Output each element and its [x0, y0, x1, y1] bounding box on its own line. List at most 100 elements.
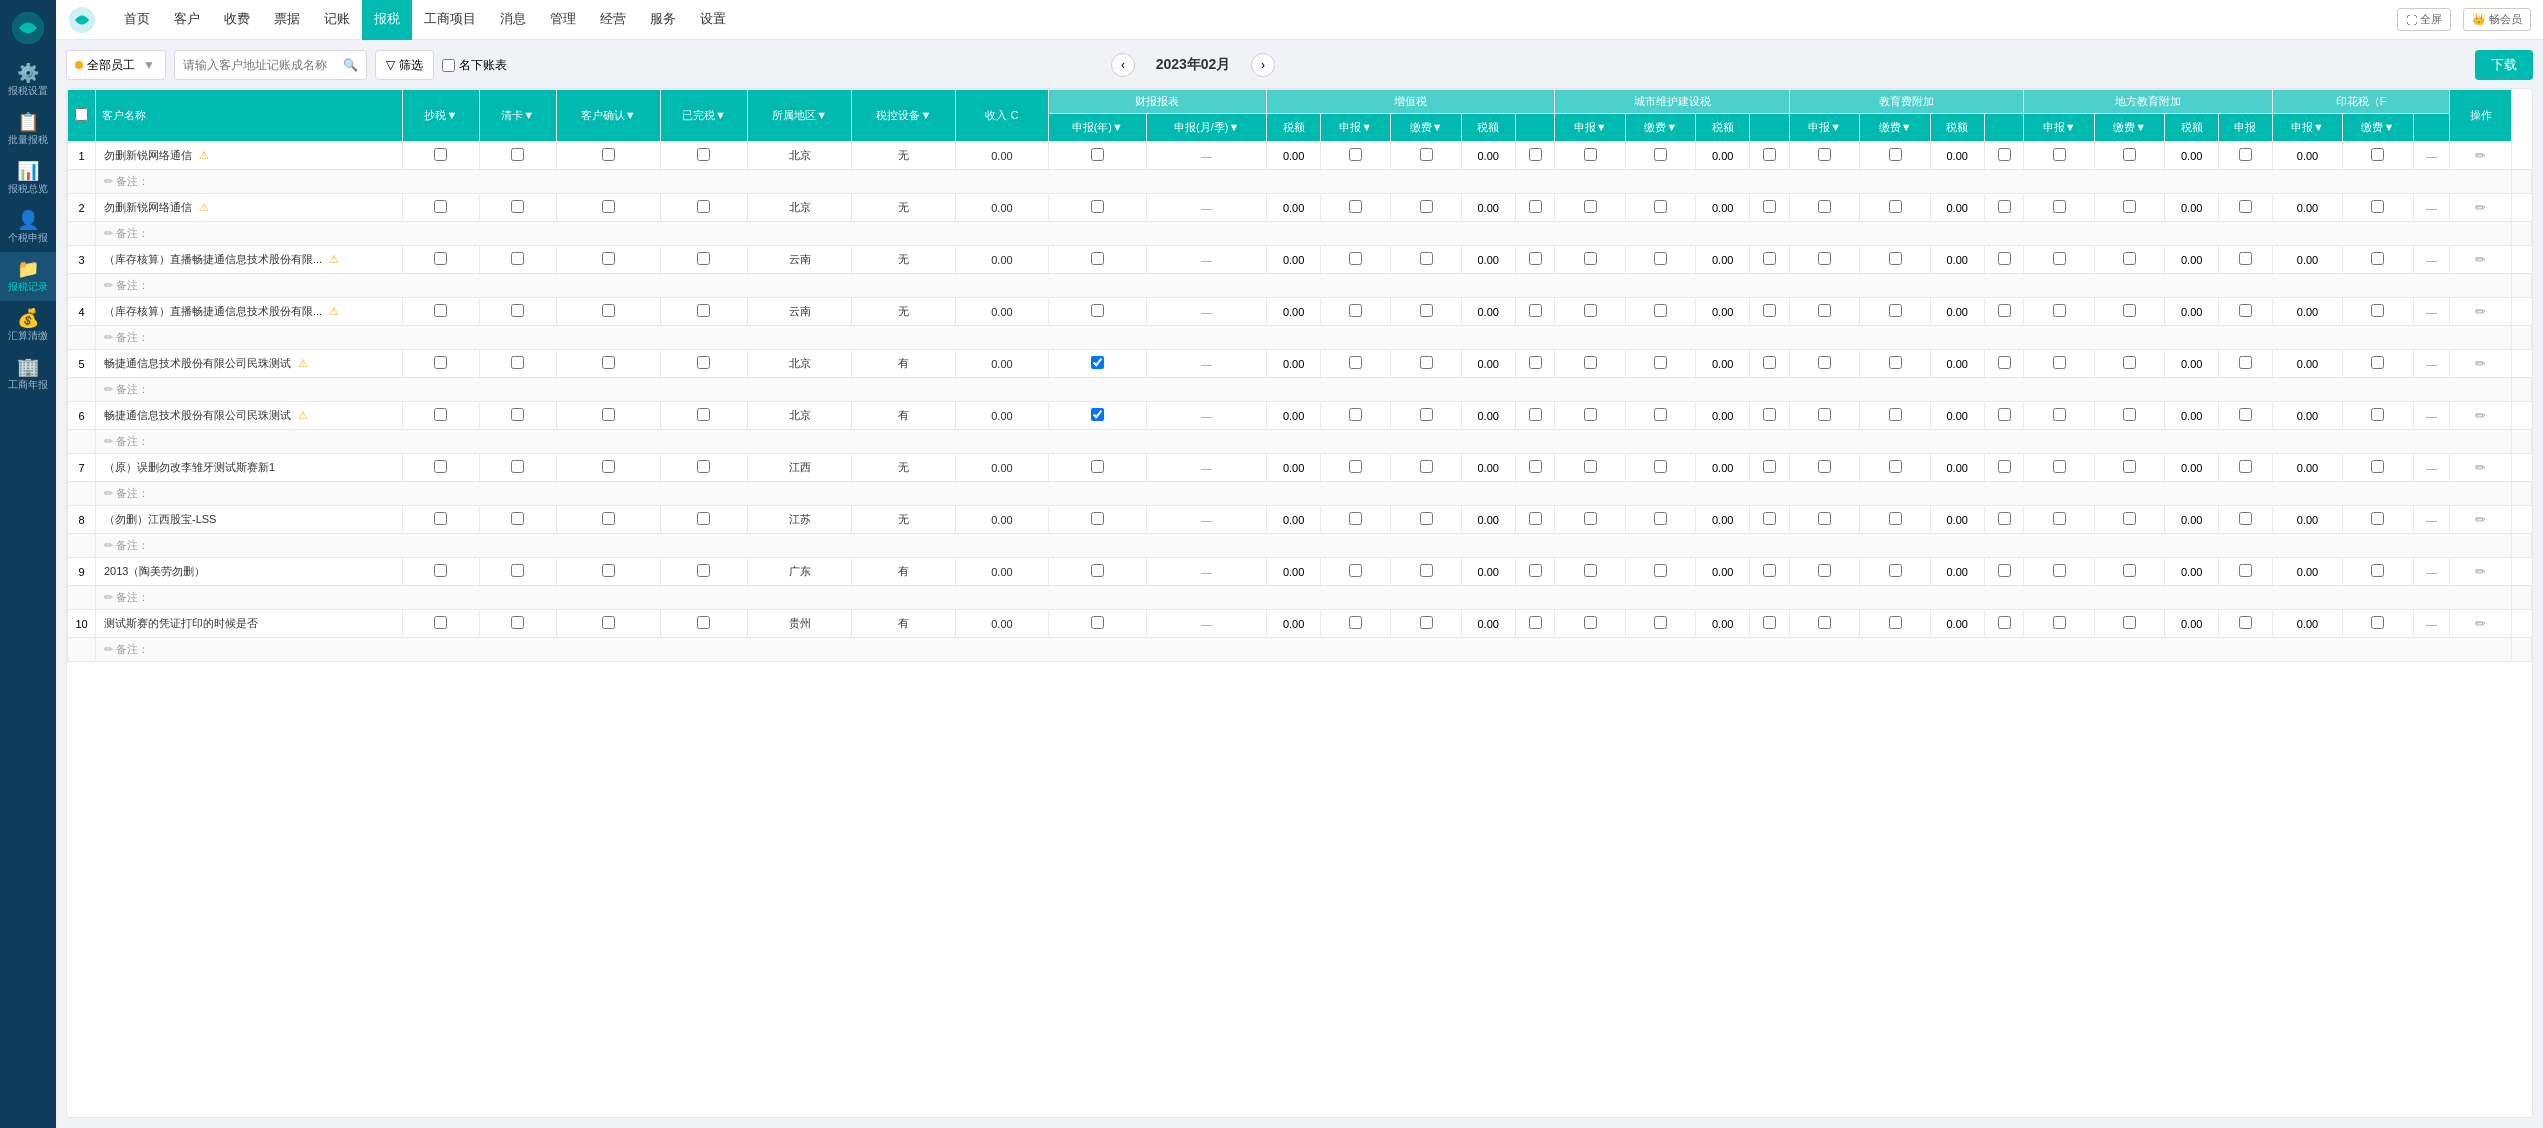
- difang-shenbao-checkbox[interactable]: [2053, 616, 2066, 629]
- prev-date-button[interactable]: ‹: [1111, 53, 1135, 77]
- jiaoyu-shenbao-checkbox[interactable]: [1818, 460, 1831, 473]
- chengshi-ext-checkbox[interactable]: [1763, 408, 1776, 421]
- member-button[interactable]: 👑 畅会员: [2463, 8, 2531, 31]
- zenghui-shenbao-checkbox[interactable]: [1349, 252, 1362, 265]
- chaoshui-checkbox[interactable]: [434, 148, 447, 161]
- nav-item-settings[interactable]: 设置: [688, 0, 738, 40]
- confirm-checkbox[interactable]: [602, 200, 615, 213]
- zenghui-shenbao-checkbox[interactable]: [1349, 460, 1362, 473]
- nav-item-message[interactable]: 消息: [488, 0, 538, 40]
- zenghui-jiaofei-checkbox[interactable]: [1420, 304, 1433, 317]
- difang-shenbao-checkbox[interactable]: [2053, 356, 2066, 369]
- complete-checkbox[interactable]: [697, 564, 710, 577]
- jiaoyu-ext-checkbox[interactable]: [1998, 616, 2011, 629]
- caibao-year-checkbox[interactable]: [1091, 148, 1104, 161]
- zenghui-jiaofei-checkbox[interactable]: [1420, 564, 1433, 577]
- difang-shenbao-checkbox[interactable]: [2053, 408, 2066, 421]
- zenghui-jiaofei-checkbox[interactable]: [1420, 460, 1433, 473]
- zenghui-shenbao-checkbox[interactable]: [1349, 200, 1362, 213]
- difang-ext-checkbox[interactable]: [2239, 408, 2252, 421]
- qingka-checkbox[interactable]: [511, 148, 524, 161]
- yinhua-jiaofei-checkbox[interactable]: [2371, 512, 2384, 525]
- jiaoyu-ext-checkbox[interactable]: [1998, 200, 2011, 213]
- zenghui-ext-checkbox[interactable]: [1529, 252, 1542, 265]
- chaoshui-checkbox[interactable]: [434, 356, 447, 369]
- jiaoyu-shenbao-checkbox[interactable]: [1818, 252, 1831, 265]
- qingka-checkbox[interactable]: [511, 304, 524, 317]
- zenghui-shenbao-checkbox[interactable]: [1349, 564, 1362, 577]
- edit-icon[interactable]: ✏: [2475, 512, 2486, 527]
- chengshi-jiaofei-checkbox[interactable]: [1654, 616, 1667, 629]
- caibao-year-checkbox[interactable]: [1091, 460, 1104, 473]
- complete-checkbox[interactable]: [697, 408, 710, 421]
- filter-button[interactable]: ▽ 筛选: [375, 50, 434, 80]
- zenghui-ext-checkbox[interactable]: [1529, 200, 1542, 213]
- complete-checkbox[interactable]: [697, 512, 710, 525]
- name-list-label[interactable]: 名下账表: [442, 57, 507, 74]
- jiaoyu-ext-checkbox[interactable]: [1998, 304, 2011, 317]
- chengshi-jiaofei-checkbox[interactable]: [1654, 564, 1667, 577]
- chengshi-shenbao-checkbox[interactable]: [1584, 564, 1597, 577]
- caibao-year-checkbox[interactable]: [1091, 408, 1104, 421]
- chengshi-shenbao-checkbox[interactable]: [1584, 616, 1597, 629]
- chengshi-jiaofei-checkbox[interactable]: [1654, 200, 1667, 213]
- chaoshui-checkbox[interactable]: [434, 616, 447, 629]
- chengshi-ext-checkbox[interactable]: [1763, 304, 1776, 317]
- caibao-year-checkbox[interactable]: [1091, 356, 1104, 369]
- difang-jiaofei-checkbox[interactable]: [2123, 512, 2136, 525]
- qingka-checkbox[interactable]: [511, 252, 524, 265]
- yinhua-jiaofei-checkbox[interactable]: [2371, 564, 2384, 577]
- yinhua-jiaofei-checkbox[interactable]: [2371, 356, 2384, 369]
- yinhua-jiaofei-checkbox[interactable]: [2371, 252, 2384, 265]
- difang-jiaofei-checkbox[interactable]: [2123, 408, 2136, 421]
- edit-icon[interactable]: ✏: [2475, 460, 2486, 475]
- zenghui-shenbao-checkbox[interactable]: [1349, 512, 1362, 525]
- zenghui-jiaofei-checkbox[interactable]: [1420, 252, 1433, 265]
- edit-icon[interactable]: ✏: [2475, 200, 2486, 215]
- difang-ext-checkbox[interactable]: [2239, 564, 2252, 577]
- jiaoyu-ext-checkbox[interactable]: [1998, 252, 2011, 265]
- confirm-checkbox[interactable]: [602, 148, 615, 161]
- zenghui-shenbao-checkbox[interactable]: [1349, 616, 1362, 629]
- difang-ext-checkbox[interactable]: [2239, 252, 2252, 265]
- caibao-year-checkbox[interactable]: [1091, 304, 1104, 317]
- confirm-checkbox[interactable]: [602, 304, 615, 317]
- nav-item-service[interactable]: 服务: [638, 0, 688, 40]
- chengshi-ext-checkbox[interactable]: [1763, 460, 1776, 473]
- yinhua-jiaofei-checkbox[interactable]: [2371, 200, 2384, 213]
- difang-ext-checkbox[interactable]: [2239, 304, 2252, 317]
- jiaoyu-jiaofei-checkbox[interactable]: [1889, 356, 1902, 369]
- chaoshui-checkbox[interactable]: [434, 512, 447, 525]
- fullscreen-button[interactable]: ⛶ 全屏: [2397, 8, 2451, 31]
- difang-jiaofei-checkbox[interactable]: [2123, 252, 2136, 265]
- confirm-checkbox[interactable]: [602, 616, 615, 629]
- qingka-checkbox[interactable]: [511, 200, 524, 213]
- caibao-year-checkbox[interactable]: [1091, 564, 1104, 577]
- yinhua-jiaofei-checkbox[interactable]: [2371, 304, 2384, 317]
- nav-item-fee[interactable]: 收费: [212, 0, 262, 40]
- jiaoyu-shenbao-checkbox[interactable]: [1818, 616, 1831, 629]
- chengshi-ext-checkbox[interactable]: [1763, 200, 1776, 213]
- jiaoyu-jiaofei-checkbox[interactable]: [1889, 148, 1902, 161]
- zenghui-shenbao-checkbox[interactable]: [1349, 148, 1362, 161]
- jiaoyu-jiaofei-checkbox[interactable]: [1889, 512, 1902, 525]
- select-all-checkbox[interactable]: [75, 108, 88, 121]
- difang-shenbao-checkbox[interactable]: [2053, 460, 2066, 473]
- chengshi-jiaofei-checkbox[interactable]: [1654, 356, 1667, 369]
- edit-icon[interactable]: ✏: [2475, 252, 2486, 267]
- edit-icon[interactable]: ✏: [2475, 356, 2486, 371]
- zenghui-ext-checkbox[interactable]: [1529, 460, 1542, 473]
- jiaoyu-shenbao-checkbox[interactable]: [1818, 200, 1831, 213]
- chengshi-shenbao-checkbox[interactable]: [1584, 200, 1597, 213]
- jiaoyu-jiaofei-checkbox[interactable]: [1889, 460, 1902, 473]
- difang-ext-checkbox[interactable]: [2239, 200, 2252, 213]
- qingka-checkbox[interactable]: [511, 616, 524, 629]
- jiaoyu-jiaofei-checkbox[interactable]: [1889, 564, 1902, 577]
- chengshi-ext-checkbox[interactable]: [1763, 148, 1776, 161]
- chengshi-jiaofei-checkbox[interactable]: [1654, 148, 1667, 161]
- sidebar-item-gongshangnianbao[interactable]: 🏢 工商年报: [0, 350, 56, 399]
- difang-shenbao-checkbox[interactable]: [2053, 564, 2066, 577]
- chaoshui-checkbox[interactable]: [434, 304, 447, 317]
- chengshi-shenbao-checkbox[interactable]: [1584, 304, 1597, 317]
- confirm-checkbox[interactable]: [602, 564, 615, 577]
